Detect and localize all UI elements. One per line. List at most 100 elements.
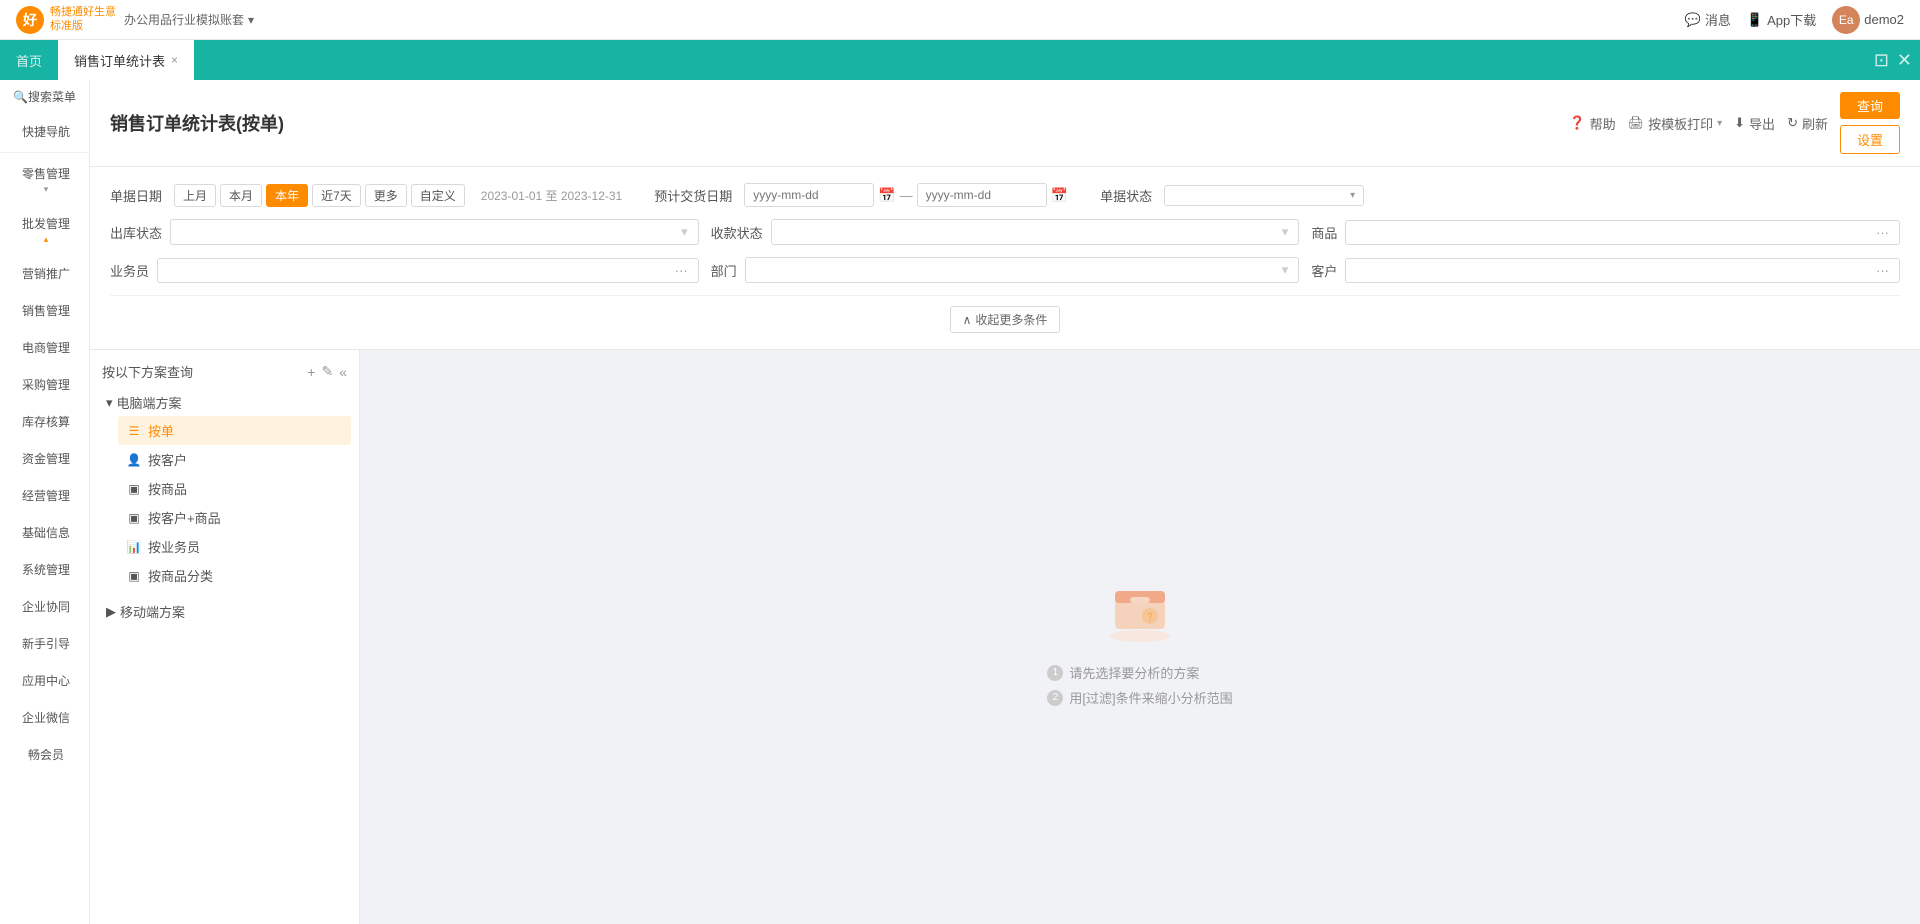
settings-button[interactable]: 设置 [1840, 125, 1900, 154]
sidebar-divider [0, 152, 89, 153]
date-btn-7days[interactable]: 近7天 [312, 184, 361, 207]
help-button[interactable]: ❓ 帮助 [1569, 114, 1615, 133]
date-btn-last-month[interactable]: 上月 [174, 184, 216, 207]
export-button[interactable]: ⬇ 导出 [1734, 114, 1775, 133]
panel-header: 按以下方案查询 + ✎ « [98, 362, 351, 381]
scheme-by-customer[interactable]: 👤 按客户 [118, 445, 351, 474]
breadcrumb-dropdown-icon[interactable]: ▾ [248, 13, 254, 27]
sidebar-item-sales[interactable]: 销售管理 [0, 292, 89, 329]
scheme-by-order[interactable]: ☰ 按单 [118, 416, 351, 445]
salesman-label: 业务员 [110, 261, 149, 280]
delivery-status-chevron-icon: ▾ [681, 224, 688, 240]
breadcrumb[interactable]: 办公用品行业模拟账套 ▾ [124, 11, 254, 28]
tab-bar-controls: ⊡ ✕ [1874, 50, 1920, 71]
sidebar-item-weixin[interactable]: 企业微信 [0, 699, 89, 736]
customer-label: 客户 [1311, 261, 1337, 280]
delivery-status-cell: 出库状态 ▾ [110, 219, 699, 245]
print-icon: 🖨 [1628, 115, 1645, 131]
date-buttons: 上月 本月 本年 近7天 更多 自定义 [174, 184, 465, 207]
sidebar-item-marketing[interactable]: 营销推广 [0, 255, 89, 292]
date-btn-custom[interactable]: 自定义 [411, 184, 465, 207]
customer-select[interactable]: ··· [1345, 258, 1900, 283]
desktop-schemes-children: ☰ 按单 👤 按客户 ▣ 按商品 ▣ 按客户+ [98, 416, 351, 590]
print-template-button[interactable]: 🖨 按模板打印 ▾ [1628, 114, 1723, 133]
query-btn-group: 查询 设置 [1840, 92, 1900, 154]
date-btn-this-month[interactable]: 本月 [220, 184, 262, 207]
panel-icons: + ✎ « [307, 363, 347, 380]
calendar-end-icon: 📅 [1051, 187, 1068, 204]
sidebar-item-operation[interactable]: 经营管理 [0, 477, 89, 514]
page-title: 销售订单统计表(按单) [110, 110, 284, 136]
scheme-by-cust-prod[interactable]: ▣ 按客户+商品 [118, 503, 351, 532]
scheme-by-salesman[interactable]: 📊 按业务员 [118, 532, 351, 561]
panel-title: 按以下方案查询 [102, 362, 193, 381]
sidebar-item-apps[interactable]: 应用中心 [0, 662, 89, 699]
date-btn-this-year[interactable]: 本年 [266, 184, 308, 207]
desktop-schemes-group[interactable]: ▾ 电脑端方案 [98, 389, 351, 416]
sidebar-search[interactable]: 🔍 搜索菜单 [0, 80, 89, 113]
refresh-icon: ↻ [1787, 115, 1798, 131]
refresh-button[interactable]: ↻ 刷新 [1787, 114, 1828, 133]
tab-close-icon[interactable]: × [171, 53, 178, 67]
tab-home[interactable]: 首页 [0, 40, 58, 80]
app-download-button[interactable]: 📱 App下载 [1747, 10, 1816, 29]
add-scheme-icon[interactable]: + [307, 364, 315, 380]
date-btn-more[interactable]: 更多 [365, 184, 407, 207]
tab-bar: 首页 销售订单统计表 × ⊡ ✕ [0, 40, 1920, 80]
sidebar-item-ecom[interactable]: 电商管理 [0, 329, 89, 366]
sidebar-item-corp[interactable]: 企业协同 [0, 588, 89, 625]
date-range-text: 2023-01-01 至 2023-12-31 [481, 187, 622, 204]
tab-close-window-icon[interactable]: ✕ [1897, 50, 1912, 71]
sidebar-item-inventory[interactable]: 库存核算 [0, 403, 89, 440]
sidebar-item-finance[interactable]: 资金管理 [0, 440, 89, 477]
sidebar-item-purchase[interactable]: 采购管理 [0, 366, 89, 403]
message-button[interactable]: 💬 消息 [1685, 10, 1731, 29]
sidebar-item-quick-nav[interactable]: 快捷导航 [0, 113, 89, 150]
scheme-by-product-icon: ▣ [126, 481, 142, 497]
sidebar-item-member[interactable]: 畅会员 [0, 736, 89, 773]
user-menu[interactable]: Ea demo2 [1832, 6, 1904, 34]
product-select[interactable]: ··· [1345, 220, 1900, 245]
sidebar-item-retail[interactable]: 零售管理 ▾ [0, 155, 89, 205]
dept-select[interactable]: ▾ [745, 257, 1300, 283]
status-select[interactable]: ▾ [1164, 185, 1364, 206]
tab-minimize-icon[interactable]: ⊡ [1874, 50, 1889, 71]
logo-text: 畅捷通好生意 标准版 [50, 6, 116, 32]
svg-text:?: ? [1147, 612, 1153, 623]
expected-date-end[interactable] [917, 183, 1047, 207]
search-icon: 🔍 [13, 90, 28, 104]
collapse-panel-icon[interactable]: « [339, 364, 347, 380]
salesman-select[interactable]: ··· [157, 258, 699, 283]
tab-sales-order-stats[interactable]: 销售订单统计表 × [58, 40, 194, 80]
scheme-by-prod-cat-icon: ▣ [126, 568, 142, 584]
scheme-by-order-icon: ☰ [126, 423, 142, 439]
sidebar-item-wholesale[interactable]: 批发管理 ▴ [0, 205, 89, 255]
delivery-status-select[interactable]: ▾ [170, 219, 699, 245]
calendar-start-icon: 📅 [878, 187, 895, 204]
app-icon: 📱 [1747, 12, 1763, 28]
collapse-button[interactable]: ∧ 收起更多条件 [950, 306, 1061, 333]
expected-date-start[interactable] [744, 183, 874, 207]
top-bar-left: 好 畅捷通好生意 标准版 办公用品行业模拟账套 ▾ [16, 6, 254, 34]
expected-date-label: 预计交货日期 [654, 186, 732, 205]
product-more-icon: ··· [1876, 225, 1889, 240]
delivery-status-label: 出库状态 [110, 223, 162, 242]
payment-status-select[interactable]: ▾ [771, 219, 1300, 245]
sidebar-item-basic[interactable]: 基础信息 [0, 514, 89, 551]
filter-row-3: 业务员 ··· 部门 ▾ 客户 [110, 257, 1900, 283]
sidebar-item-newbie[interactable]: 新手引导 [0, 625, 89, 662]
query-button[interactable]: 查询 [1840, 92, 1900, 119]
empty-hint-2: 2 用[过滤]条件来缩小分析范围 [1047, 688, 1232, 707]
scheme-by-prod-cat[interactable]: ▣ 按商品分类 [118, 561, 351, 590]
expected-date-range: 📅 — 📅 [744, 183, 1068, 207]
hint-num-1: 1 [1047, 665, 1063, 681]
scheme-by-product[interactable]: ▣ 按商品 [118, 474, 351, 503]
payment-status-label: 收款状态 [711, 223, 763, 242]
left-panel: 按以下方案查询 + ✎ « ▾ 电脑端方案 ☰ [90, 350, 360, 924]
scheme-by-cust-prod-icon: ▣ [126, 510, 142, 526]
sidebar-item-system[interactable]: 系统管理 [0, 551, 89, 588]
edit-scheme-icon[interactable]: ✎ [321, 363, 333, 380]
avatar: Ea [1832, 6, 1860, 34]
mobile-schemes-group[interactable]: ▶ 移动端方案 [98, 598, 351, 625]
empty-state: ? 1 请先选择要分析的方案 2 用[过滤]条件来缩小分析范围 [1047, 561, 1232, 713]
